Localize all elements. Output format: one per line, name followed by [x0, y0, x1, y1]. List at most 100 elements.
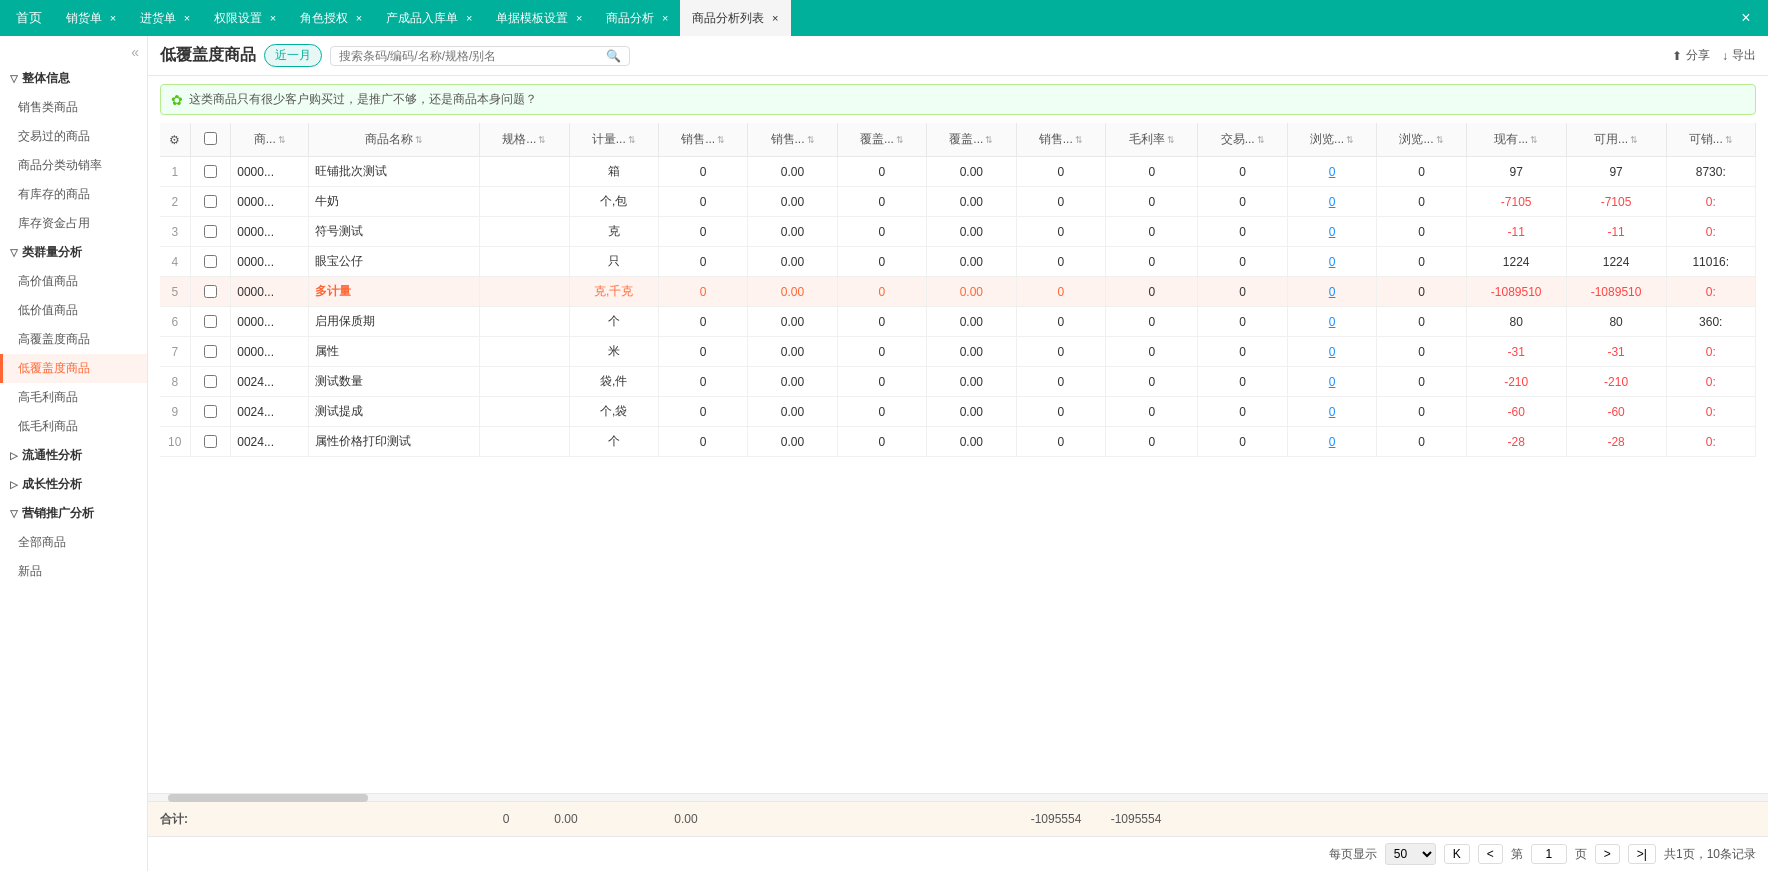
cell-checkbox[interactable]	[190, 157, 231, 187]
sidebar-section-growth[interactable]: ▷ 成长性分析	[0, 470, 147, 499]
th-name[interactable]: 商品名称⇅	[309, 123, 480, 157]
scrollbar-thumb[interactable]	[168, 794, 368, 802]
th-saleable[interactable]: 可销...⇅	[1666, 123, 1755, 157]
export-button[interactable]: ↓ 导出	[1722, 47, 1756, 64]
nav-tab-analysis[interactable]: 商品分析 ×	[594, 0, 680, 36]
nav-tab-roles[interactable]: 角色授权 ×	[288, 0, 374, 36]
nav-tab-sales-close[interactable]: ×	[110, 12, 116, 24]
nav-tab-home[interactable]: 首页	[4, 0, 54, 36]
sidebar-section-circulation[interactable]: ▷ 流通性分析	[0, 441, 147, 470]
first-page-button[interactable]: K	[1444, 844, 1470, 864]
sidebar-item-sales-goods[interactable]: 销售类商品	[0, 93, 147, 122]
cell-code: 0000...	[231, 247, 309, 277]
cell-checkbox[interactable]	[190, 397, 231, 427]
next-page-button[interactable]: >	[1595, 844, 1620, 864]
search-input[interactable]	[339, 49, 602, 63]
cell-browse1[interactable]: 0	[1287, 337, 1376, 367]
filter-period-button[interactable]: 近一月	[264, 44, 322, 67]
cell-code: 0000...	[231, 337, 309, 367]
sidebar-item-low-coverage[interactable]: 低覆盖度商品	[0, 354, 147, 383]
th-spec[interactable]: 规格...⇅	[480, 123, 569, 157]
page-size-select[interactable]: 50 100 200	[1385, 843, 1436, 865]
search-icon[interactable]: 🔍	[606, 49, 621, 63]
th-trade[interactable]: 交易...⇅	[1198, 123, 1287, 157]
cell-available: -60	[1566, 397, 1666, 427]
sidebar-item-low-value[interactable]: 低价值商品	[0, 296, 147, 325]
select-all-checkbox[interactable]	[204, 132, 217, 145]
settings-icon[interactable]: ⚙	[169, 133, 180, 147]
cell-checkbox[interactable]	[190, 277, 231, 307]
sidebar-item-all-goods[interactable]: 全部商品	[0, 528, 147, 557]
sidebar-item-new-goods[interactable]: 新品	[0, 557, 147, 586]
table-body: 1 0000... 旺铺批次测试 箱 0 0.00 0 0.00 0 0 0 0…	[160, 157, 1756, 457]
cell-checkbox[interactable]	[190, 337, 231, 367]
nav-tab-template[interactable]: 单据模板设置 ×	[484, 0, 594, 36]
last-page-button[interactable]: >|	[1628, 844, 1656, 864]
sidebar-item-capital[interactable]: 库存资金占用	[0, 209, 147, 238]
cell-browse1[interactable]: 0	[1287, 157, 1376, 187]
nav-tab-inventory[interactable]: 产成品入库单 ×	[374, 0, 484, 36]
cell-browse1[interactable]: 0	[1287, 397, 1376, 427]
cell-name: 启用保质期	[309, 307, 480, 337]
window-close-button[interactable]: ×	[1728, 0, 1764, 36]
th-code[interactable]: 商...⇅	[231, 123, 309, 157]
nav-tab-analysis-list[interactable]: 商品分析列表 ×	[680, 0, 790, 36]
nav-tab-analysis-list-close[interactable]: ×	[772, 12, 778, 24]
th-cover1[interactable]: 覆盖...⇅	[837, 123, 926, 157]
th-settings[interactable]: ⚙	[160, 123, 190, 157]
sidebar-item-low-margin[interactable]: 低毛利商品	[0, 412, 147, 441]
horizontal-scrollbar[interactable]	[148, 793, 1768, 801]
nav-tab-permissions-close[interactable]: ×	[270, 12, 276, 24]
sidebar-item-high-coverage[interactable]: 高覆盖度商品	[0, 325, 147, 354]
cell-checkbox[interactable]	[190, 367, 231, 397]
cell-checkbox[interactable]	[190, 247, 231, 277]
nav-tab-analysis-close[interactable]: ×	[662, 12, 668, 24]
cell-checkbox[interactable]	[190, 187, 231, 217]
sidebar-item-high-value[interactable]: 高价值商品	[0, 267, 147, 296]
sidebar-collapse-button[interactable]: «	[0, 40, 147, 64]
th-unit[interactable]: 计量...⇅	[569, 123, 658, 157]
sidebar-section-cluster[interactable]: ▽ 类群量分析	[0, 238, 147, 267]
sidebar-item-traded-goods[interactable]: 交易过的商品	[0, 122, 147, 151]
prev-page-button[interactable]: <	[1478, 844, 1503, 864]
content-area: 低覆盖度商品 近一月 🔍 ⬆ 分享 ↓ 导出 ✿ 这类商品只有很少客户购买过，是…	[148, 36, 1768, 871]
nav-tab-template-close[interactable]: ×	[576, 12, 582, 24]
cell-browse1[interactable]: 0	[1287, 247, 1376, 277]
th-sales-amt[interactable]: 销售...⇅	[748, 123, 837, 157]
sidebar-item-in-stock[interactable]: 有库存的商品	[0, 180, 147, 209]
cell-checkbox[interactable]	[190, 307, 231, 337]
page-number-input[interactable]	[1531, 844, 1567, 864]
nav-tab-purchase-close[interactable]: ×	[184, 12, 190, 24]
cell-browse1[interactable]: 0	[1287, 277, 1376, 307]
sidebar-item-category-turnover[interactable]: 商品分类动销率	[0, 151, 147, 180]
nav-tab-sales[interactable]: 销货单 ×	[54, 0, 128, 36]
export-icon: ↓	[1722, 49, 1728, 63]
cell-checkbox[interactable]	[190, 217, 231, 247]
th-sales-qty[interactable]: 销售...⇅	[658, 123, 747, 157]
nav-tab-inventory-close[interactable]: ×	[466, 12, 472, 24]
sidebar-section-overall[interactable]: ▽ 整体信息	[0, 64, 147, 93]
th-checkbox[interactable]	[190, 123, 231, 157]
cell-browse1[interactable]: 0	[1287, 217, 1376, 247]
th-gross-rate[interactable]: 毛利率⇅	[1105, 123, 1198, 157]
nav-tab-permissions[interactable]: 权限设置 ×	[202, 0, 288, 36]
th-current[interactable]: 现有...⇅	[1466, 123, 1566, 157]
nav-tab-roles-close[interactable]: ×	[356, 12, 362, 24]
cell-name: 牛奶	[309, 187, 480, 217]
nav-tab-purchase[interactable]: 进货单 ×	[128, 0, 202, 36]
th-browse2[interactable]: 浏览...⇅	[1377, 123, 1466, 157]
cell-available: -1089510	[1566, 277, 1666, 307]
sidebar-item-high-margin[interactable]: 高毛利商品	[0, 383, 147, 412]
cell-browse1[interactable]: 0	[1287, 427, 1376, 457]
th-browse1[interactable]: 浏览...⇅	[1287, 123, 1376, 157]
cell-browse1[interactable]: 0	[1287, 367, 1376, 397]
th-cover2[interactable]: 覆盖...⇅	[927, 123, 1016, 157]
cell-current: -31	[1466, 337, 1566, 367]
cell-browse1[interactable]: 0	[1287, 307, 1376, 337]
cell-browse1[interactable]: 0	[1287, 187, 1376, 217]
sidebar-section-marketing[interactable]: ▽ 营销推广分析	[0, 499, 147, 528]
cell-checkbox[interactable]	[190, 427, 231, 457]
th-available[interactable]: 可用...⇅	[1566, 123, 1666, 157]
share-button[interactable]: ⬆ 分享	[1672, 47, 1710, 64]
th-sales3[interactable]: 销售...⇅	[1016, 123, 1105, 157]
